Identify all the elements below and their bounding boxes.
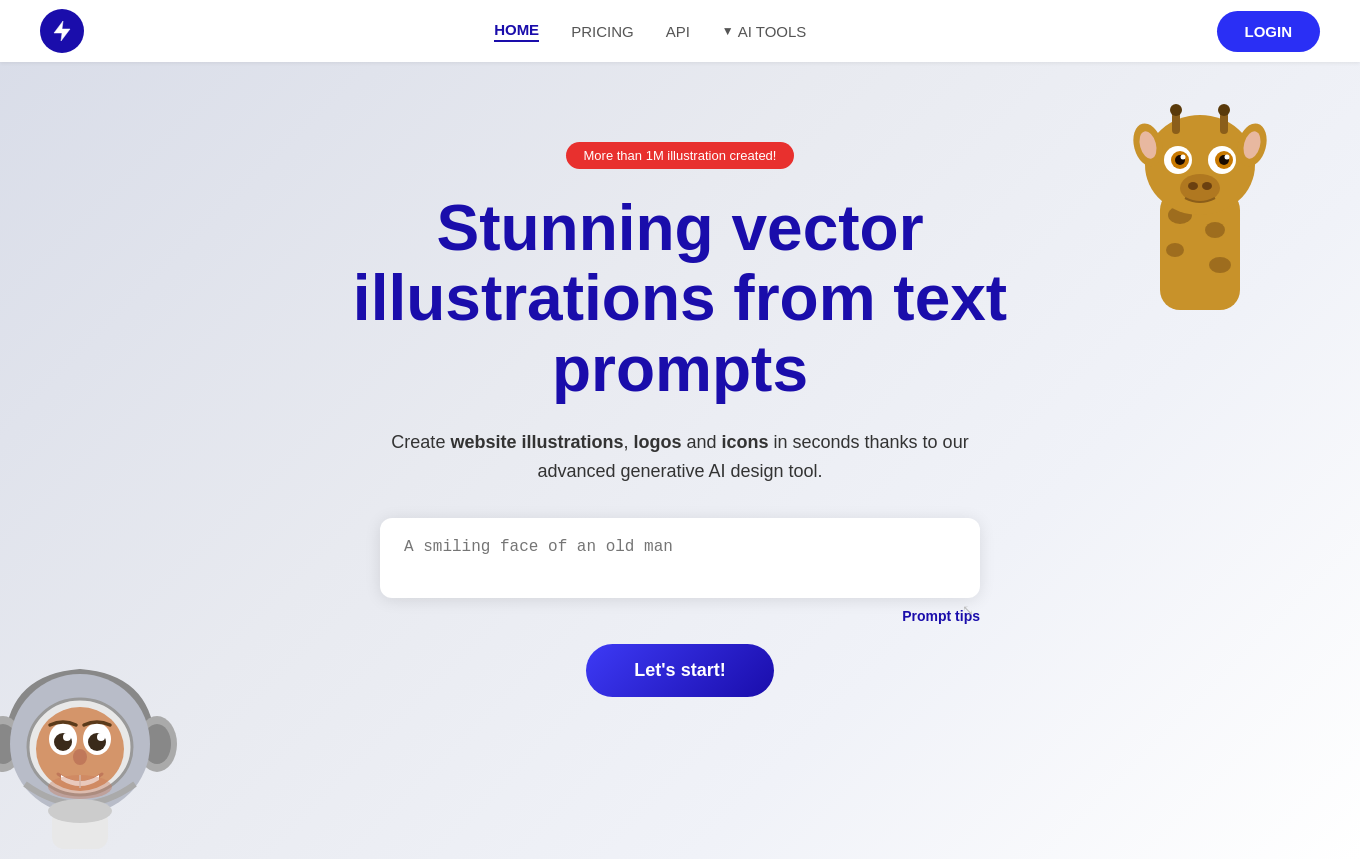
badge: More than 1M illustration created! bbox=[566, 142, 795, 169]
chevron-down-icon: ▼ bbox=[722, 24, 734, 38]
svg-point-41 bbox=[48, 775, 112, 799]
hero-section: More than 1M illustration created! Stunn… bbox=[0, 62, 1360, 697]
start-button[interactable]: Let's start! bbox=[586, 644, 773, 697]
nav-home[interactable]: HOME bbox=[494, 21, 539, 42]
nav-links: HOME PRICING API ▼ AI TOOLS bbox=[494, 21, 806, 42]
nav-ai-tools-dropdown[interactable]: ▼ AI TOOLS bbox=[722, 23, 807, 40]
hero-title: Stunning vector illustrations from text … bbox=[353, 193, 1007, 404]
prompt-tips-link[interactable]: Prompt tips bbox=[380, 608, 980, 624]
prompt-input[interactable] bbox=[380, 518, 980, 598]
svg-point-43 bbox=[48, 799, 112, 823]
logo[interactable] bbox=[40, 9, 84, 53]
search-box-wrapper: ⤡ Prompt tips bbox=[380, 518, 980, 624]
hero-subtitle: Create website illustrations, logos and … bbox=[390, 428, 970, 486]
nav-pricing[interactable]: PRICING bbox=[571, 23, 634, 40]
navbar: HOME PRICING API ▼ AI TOOLS LOGIN bbox=[0, 0, 1360, 62]
nav-ai-tools-label: AI TOOLS bbox=[738, 23, 807, 40]
nav-api[interactable]: API bbox=[666, 23, 690, 40]
svg-point-38 bbox=[97, 733, 105, 741]
svg-point-39 bbox=[73, 749, 87, 765]
svg-point-37 bbox=[63, 733, 71, 741]
login-button[interactable]: LOGIN bbox=[1217, 11, 1321, 52]
logo-icon bbox=[40, 9, 84, 53]
